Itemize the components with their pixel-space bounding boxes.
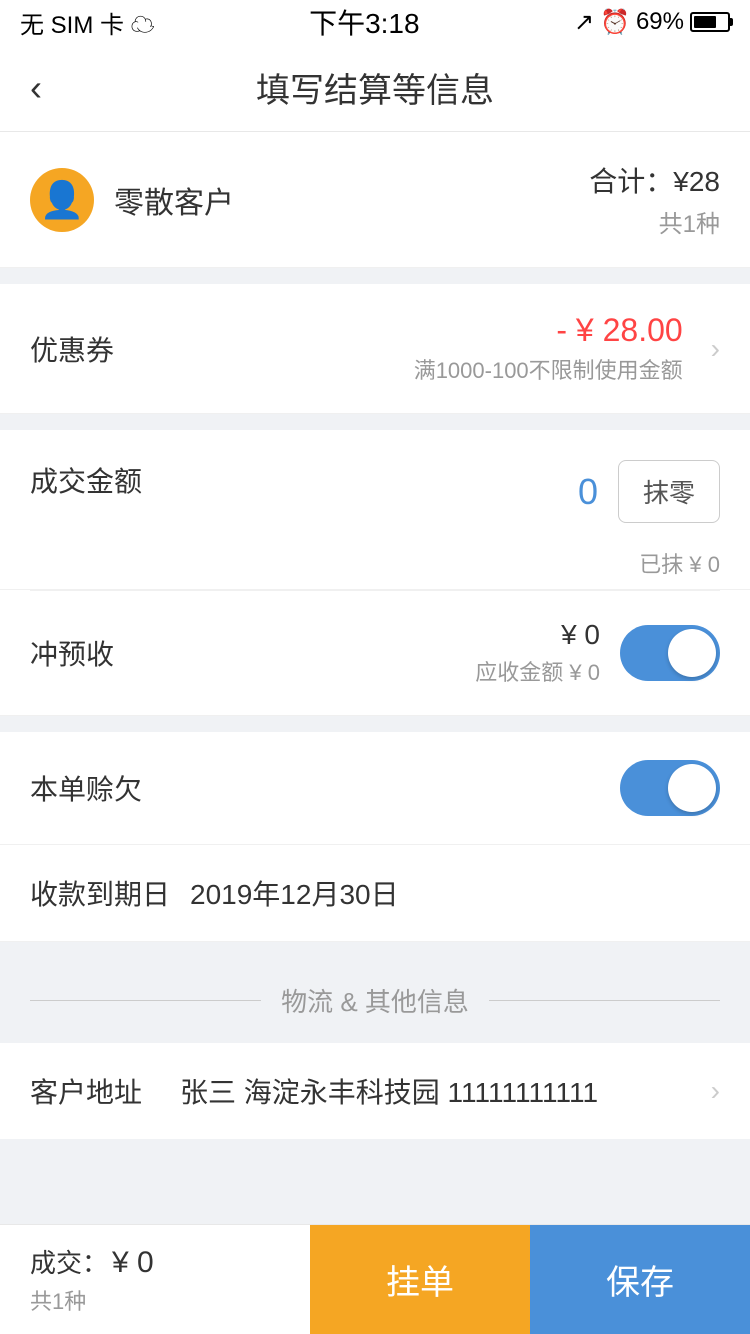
battery-icon: [690, 12, 730, 32]
status-left: 无 SIM 卡 ☁: [20, 5, 155, 40]
coupon-discount-desc: 满1000-100不限制使用金额: [414, 353, 683, 385]
no-sim-label: 无 SIM 卡 ☁: [20, 5, 155, 40]
customer-avatar: 👤: [30, 168, 94, 232]
prepayment-toggle[interactable]: [620, 625, 720, 681]
credit-section: 本单赊欠 收款到期日 2019年12月30日: [0, 732, 750, 942]
customer-count: 共1种: [589, 204, 720, 239]
customer-right: 合计：¥28 共1种: [589, 160, 720, 239]
bottom-count: 共1种: [30, 1284, 280, 1316]
customer-left: 👤 零散客户: [30, 168, 234, 232]
credit-toggle-thumb: [668, 764, 716, 812]
status-bar: 无 SIM 卡 ☁ 下午3:18 ↗ ⏰ 69%: [0, 0, 750, 44]
back-button[interactable]: ‹: [30, 67, 90, 109]
logistics-line-right: [489, 1000, 720, 1001]
battery-percent: 69%: [636, 8, 684, 36]
coupon-right: - ¥ 28.00 满1000-100不限制使用金额 ›: [414, 312, 720, 385]
address-arrow-icon: ›: [711, 1075, 720, 1107]
prepayment-label: 冲预收: [30, 633, 150, 673]
save-button[interactable]: 保存: [530, 1225, 750, 1334]
page-title: 填写结算等信息: [256, 63, 494, 112]
deal-amount-label: 成交金额: [30, 460, 150, 500]
due-date-row[interactable]: 收款到期日 2019年12月30日: [0, 845, 750, 942]
coupon-value-wrap: - ¥ 28.00 满1000-100不限制使用金额: [414, 312, 683, 385]
logistics-line-left: [30, 1000, 261, 1001]
hang-button-label: 挂单: [386, 1255, 454, 1304]
save-button-label: 保存: [606, 1255, 674, 1304]
customer-section: 👤 零散客户 合计：¥28 共1种: [0, 132, 750, 268]
address-section: 客户地址 张三 海淀永丰科技园 11111111111 ›: [0, 1043, 750, 1139]
customer-name: 零散客户: [114, 178, 234, 222]
prepayment-right: ¥ 0 应收金额 ¥ 0: [475, 619, 720, 687]
coupon-section: 优惠券 - ¥ 28.00 满1000-100不限制使用金额 ›: [0, 284, 750, 414]
coupon-discount-amount: - ¥ 28.00: [414, 312, 683, 349]
coupon-arrow-icon: ›: [711, 333, 720, 365]
bottom-deal-line: 成交： ¥ 0: [30, 1243, 280, 1280]
due-date-value: 2019年12月30日: [190, 873, 399, 913]
address-row[interactable]: 客户地址 张三 海淀永丰科技园 11111111111 ›: [0, 1043, 750, 1139]
credit-label: 本单赊欠: [30, 768, 150, 808]
prepayment-row: 冲预收 ¥ 0 应收金额 ¥ 0: [0, 591, 750, 716]
credit-toggle[interactable]: [620, 760, 720, 816]
coupon-row[interactable]: 优惠券 - ¥ 28.00 满1000-100不限制使用金额 ›: [0, 284, 750, 414]
amount-section: 成交金额 0 抹零 已抹 ¥ 0 冲预收 ¥ 0 应收金额 ¥ 0: [0, 430, 750, 716]
toggle-thumb: [668, 629, 716, 677]
avatar-icon: 👤: [40, 179, 85, 221]
customer-row[interactable]: 👤 零散客户 合计：¥28 共1种: [0, 132, 750, 268]
status-time: 下午3:18: [309, 2, 420, 42]
address-label: 客户地址: [30, 1071, 150, 1111]
deal-amount-right: 0 抹零 已抹 ¥ 0: [578, 460, 720, 579]
address-value: 张三 海淀永丰科技园 11111111111: [180, 1071, 703, 1111]
credit-right: [620, 760, 720, 816]
bottom-bar: 成交： ¥ 0 共1种 挂单 保存: [0, 1224, 750, 1334]
nav-bar: ‹ 填写结算等信息: [0, 44, 750, 132]
bottom-summary: 成交： ¥ 0 共1种: [0, 1225, 310, 1334]
main-content: 👤 零散客户 合计：¥28 共1种 优惠券 - ¥ 28.00 满1000-10…: [0, 132, 750, 1334]
bottom-deal-amount: ¥ 0: [112, 1246, 154, 1280]
status-right: ↗ ⏰ 69%: [574, 8, 730, 37]
credit-row: 本单赊欠: [0, 732, 750, 845]
prepayment-amount: ¥ 0: [475, 619, 600, 651]
coupon-label: 优惠券: [30, 329, 150, 369]
customer-total: 合计：¥28: [589, 160, 720, 200]
round-zero-button[interactable]: 抹零: [618, 460, 720, 523]
due-date-label: 收款到期日: [30, 873, 170, 913]
prepayment-sub: 应收金额 ¥ 0: [475, 655, 600, 687]
deal-amount-sub: 已抹 ¥ 0: [639, 547, 720, 579]
prepayment-value-wrap: ¥ 0 应收金额 ¥ 0: [475, 619, 600, 687]
hang-button[interactable]: 挂单: [310, 1225, 530, 1334]
logistics-header: 物流 & 其他信息: [0, 958, 750, 1043]
alarm-icon: ⏰: [600, 8, 630, 37]
deal-amount-value[interactable]: 0: [578, 471, 598, 513]
deal-amount-row: 成交金额 0 抹零 已抹 ¥ 0: [0, 430, 750, 590]
bottom-deal-label: 成交：: [30, 1243, 108, 1280]
location-icon: ↗: [574, 8, 594, 37]
logistics-title: 物流 & 其他信息: [281, 982, 469, 1019]
